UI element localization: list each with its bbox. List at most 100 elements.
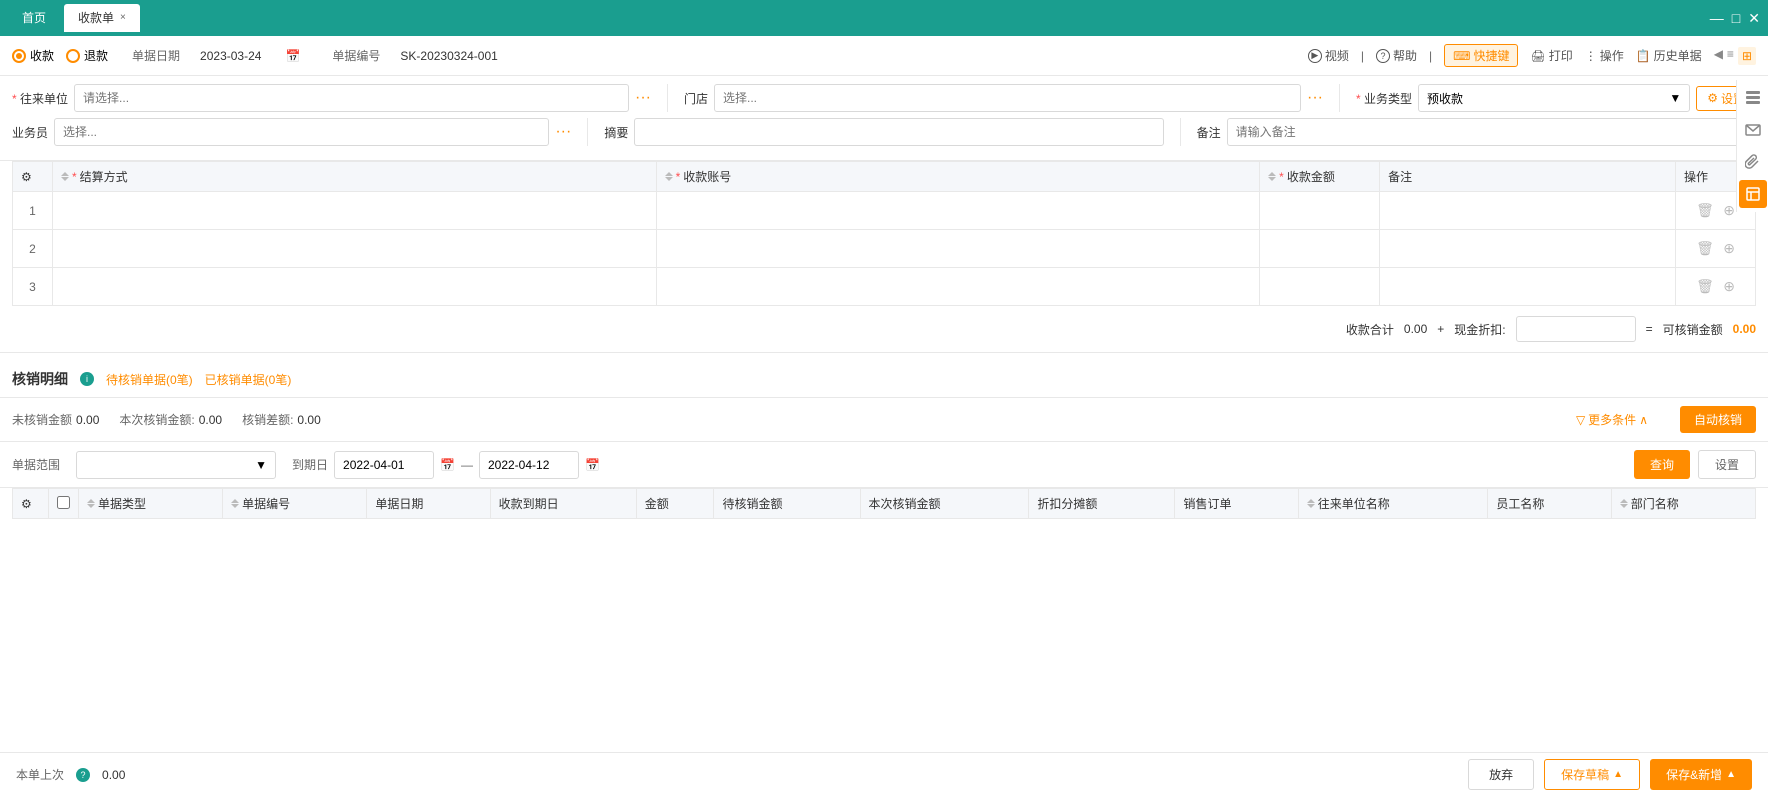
- filter-row: 单据范围 ▼ 到期日 📅 — 📅 查询 设置: [0, 442, 1768, 488]
- range-select[interactable]: ▼: [76, 451, 276, 479]
- table2-checkbox-header[interactable]: [49, 489, 79, 519]
- row-1-settle[interactable]: [53, 192, 657, 230]
- pending-tab[interactable]: 待核销单据(0笔): [106, 371, 193, 388]
- radio-receive[interactable]: 收款: [12, 47, 54, 64]
- radio-refund[interactable]: 退款: [66, 47, 108, 64]
- date-calendar-from-icon[interactable]: 📅: [440, 458, 455, 472]
- layout-grid-icon[interactable]: ⊞: [1738, 47, 1756, 65]
- sidebar-table-icon[interactable]: [1739, 84, 1767, 112]
- plus-sign: +: [1437, 322, 1444, 336]
- help-btn[interactable]: ? 帮助: [1376, 47, 1417, 64]
- date-calendar-to-icon[interactable]: 📅: [585, 458, 600, 472]
- col-discount-header: 折扣分摊额: [1029, 489, 1175, 519]
- toolbar-info: 单据日期 2023-03-24 📅 单据编号 SK-20230324-001: [132, 47, 498, 64]
- date-icon[interactable]: 📅: [285, 49, 300, 63]
- staff-input[interactable]: [54, 118, 549, 146]
- window-close-icon[interactable]: ✕: [1748, 10, 1760, 27]
- tab-close-icon[interactable]: ×: [120, 4, 126, 32]
- main-content: 收款 退款 单据日期 2023-03-24 📅 单据编号 SK-20230324…: [0, 36, 1768, 796]
- shortcut-btn[interactable]: ⌨ 快捷键: [1444, 44, 1518, 67]
- row-2-settle[interactable]: [53, 230, 657, 268]
- number-value: SK-20230324-001: [400, 49, 497, 63]
- footer-info-icon[interactable]: ?: [76, 768, 90, 782]
- table2-settings-icon[interactable]: ⚙: [21, 497, 32, 511]
- row-2-delete-icon[interactable]: 🗑: [1696, 240, 1714, 256]
- row-3-note[interactable]: [1380, 268, 1676, 306]
- note-label: 备注: [1197, 124, 1221, 141]
- nav-prev-icon[interactable]: ◀: [1714, 47, 1723, 65]
- date-to-input[interactable]: [479, 451, 579, 479]
- footer-value: 0.00: [102, 768, 125, 782]
- date-from-input[interactable]: [334, 451, 434, 479]
- row-1-amount[interactable]: [1260, 192, 1380, 230]
- sidebar-expand-icon[interactable]: [1739, 180, 1767, 208]
- discount-input[interactable]: [1516, 316, 1636, 342]
- footer-label: 本单上次: [16, 766, 64, 783]
- col-settings-header[interactable]: ⚙: [13, 162, 53, 192]
- filter-settings-btn[interactable]: 设置: [1698, 450, 1756, 479]
- history-btn[interactable]: 📋 历史单据: [1636, 47, 1702, 64]
- summary-input[interactable]: [634, 118, 1163, 146]
- row-3-amount[interactable]: [1260, 268, 1380, 306]
- discard-btn[interactable]: 放弃: [1468, 759, 1534, 790]
- row-1-note[interactable]: [1380, 192, 1676, 230]
- row-3-copy-icon[interactable]: ⊕: [1723, 278, 1735, 294]
- row-2-account[interactable]: [656, 230, 1260, 268]
- more-conditions-btn[interactable]: ▽ 更多条件 ∧: [1576, 411, 1648, 428]
- business-type-col: 业务类型 预收款 ▼ ⚙ 设置: [1356, 84, 1756, 112]
- table-row: 2 🗑 ⊕: [13, 230, 1756, 268]
- print-btn[interactable]: 🖨 打印: [1530, 47, 1572, 64]
- row-2-copy-icon[interactable]: ⊕: [1723, 240, 1735, 256]
- row-1-delete-icon[interactable]: 🗑: [1696, 202, 1714, 218]
- staff-more-btn[interactable]: ···: [555, 123, 571, 141]
- window-max-icon[interactable]: □: [1732, 10, 1740, 26]
- partner-input[interactable]: [74, 84, 629, 112]
- total-value: 0.00: [1404, 322, 1427, 336]
- save-draft-btn[interactable]: 保存草稿 ▲: [1544, 759, 1640, 790]
- done-label: 已核销单据(0笔): [205, 373, 292, 387]
- table2-settings-header[interactable]: ⚙: [13, 489, 49, 519]
- operate-btn[interactable]: ⋮ 操作: [1585, 47, 1624, 64]
- tab-bar: 首页 收款单 × — □ ✕: [0, 0, 1768, 36]
- equals-sign: =: [1646, 322, 1653, 336]
- sidebar-attach-icon[interactable]: [1739, 148, 1767, 176]
- row-1-copy-icon[interactable]: ⊕: [1723, 202, 1735, 218]
- layout-list-icon[interactable]: ≡: [1727, 47, 1734, 65]
- video-btn[interactable]: ▶ 视频: [1308, 47, 1349, 64]
- note-input[interactable]: [1227, 118, 1756, 146]
- row-2-note[interactable]: [1380, 230, 1676, 268]
- window-min-icon[interactable]: —: [1710, 10, 1724, 26]
- partner-more-btn[interactable]: ···: [635, 89, 651, 107]
- sort-amount-icon[interactable]: [1268, 172, 1276, 181]
- sort-partner-icon[interactable]: [1307, 499, 1315, 508]
- sort-number-icon[interactable]: [231, 499, 239, 508]
- sidebar-email-icon[interactable]: [1739, 116, 1767, 144]
- total-label: 收款合计: [1346, 321, 1394, 338]
- partner-col: 往来单位 ···: [12, 84, 651, 112]
- row-3-delete-icon[interactable]: 🗑: [1696, 278, 1714, 294]
- section2-info-icon[interactable]: i: [80, 372, 94, 386]
- shop-more-btn[interactable]: ···: [1307, 89, 1323, 107]
- save-new-btn[interactable]: 保存&新增 ▲: [1650, 759, 1752, 790]
- row-1-account[interactable]: [656, 192, 1260, 230]
- auto-cancel-btn[interactable]: 自动核销: [1680, 406, 1756, 433]
- tab-home[interactable]: 首页: [8, 4, 60, 32]
- shortcut-icon: ⌨: [1453, 49, 1470, 63]
- row-3-account[interactable]: [656, 268, 1260, 306]
- business-type-value: 预收款: [1427, 90, 1463, 107]
- footer-right: 放弃 保存草稿 ▲ 保存&新增 ▲: [1468, 759, 1752, 790]
- sort-account-icon[interactable]: [665, 172, 673, 181]
- table-settings-icon[interactable]: ⚙: [21, 170, 32, 184]
- query-btn[interactable]: 查询: [1634, 450, 1690, 479]
- sort-type-icon[interactable]: [87, 499, 95, 508]
- table2-select-all[interactable]: [57, 496, 70, 509]
- row-2-amount[interactable]: [1260, 230, 1380, 268]
- toolbar-right: ▶ 视频 | ? 帮助 | ⌨ 快捷键 🖨 打印 ⋮ 操作 📋: [1308, 44, 1756, 67]
- shop-input[interactable]: [714, 84, 1301, 112]
- sort-settle-icon[interactable]: [61, 172, 69, 181]
- sort-dept-icon[interactable]: [1620, 499, 1628, 508]
- business-type-select[interactable]: 预收款 ▼: [1418, 84, 1690, 112]
- done-tab[interactable]: 已核销单据(0笔): [205, 371, 292, 388]
- row-3-settle[interactable]: [53, 268, 657, 306]
- tab-active[interactable]: 收款单 ×: [64, 4, 140, 32]
